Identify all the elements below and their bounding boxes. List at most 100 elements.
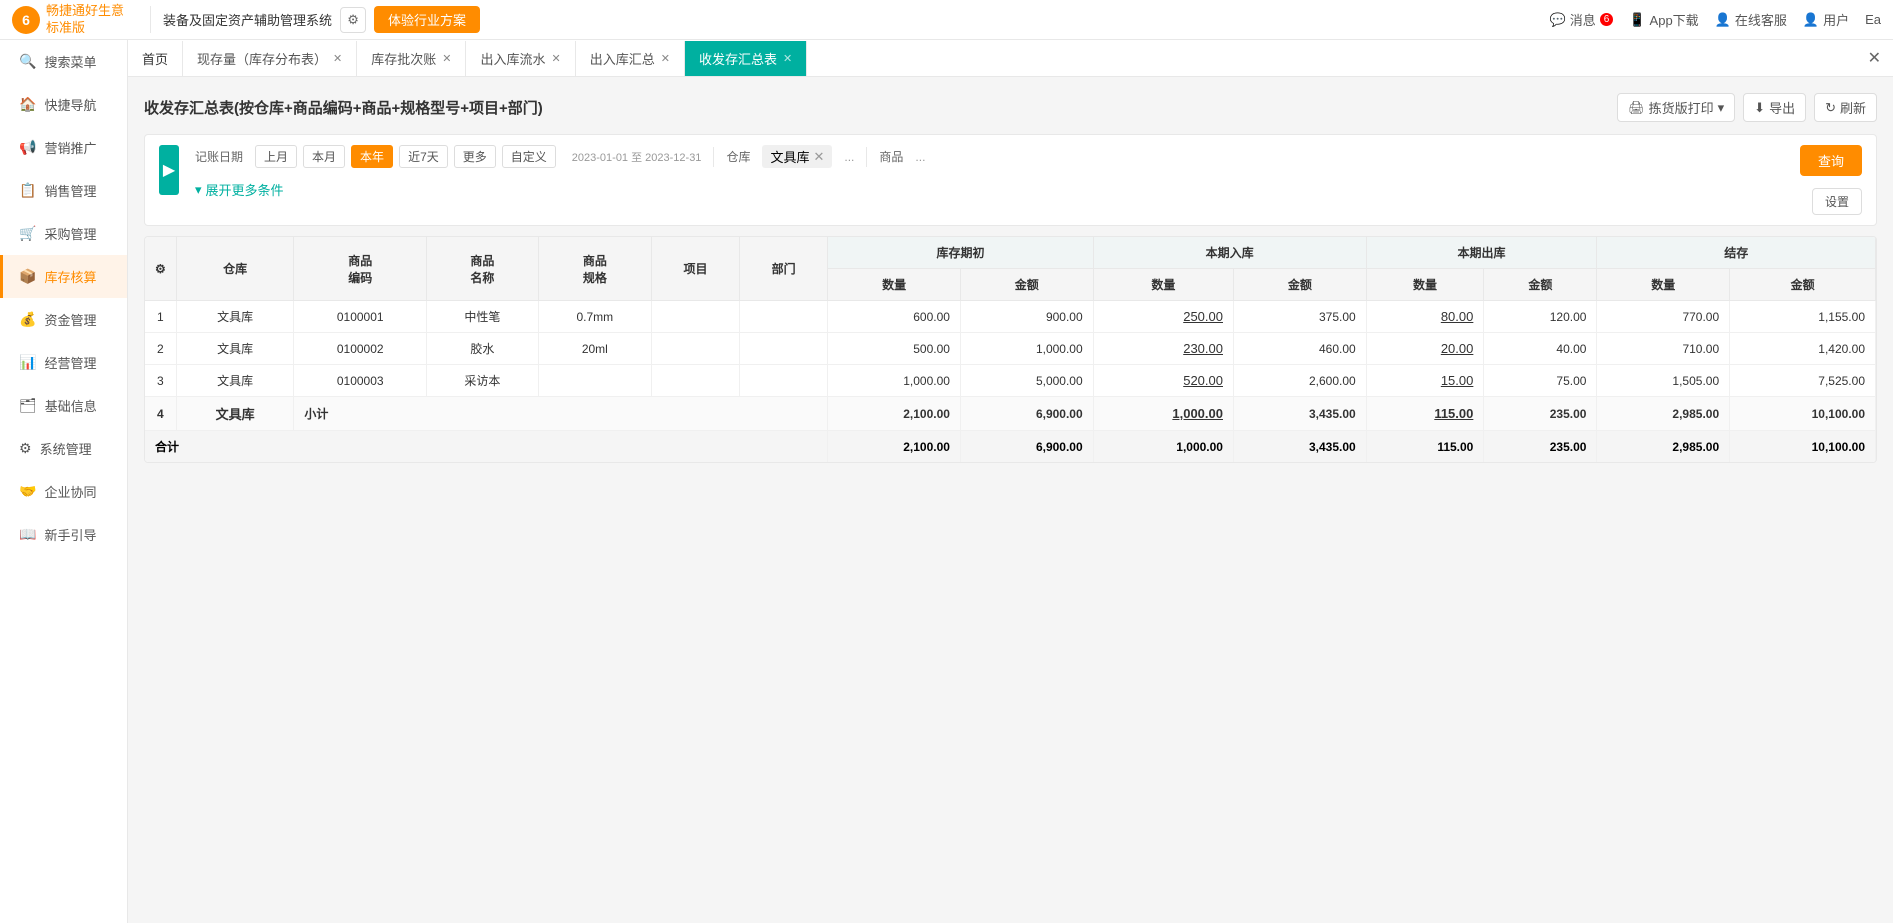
recv-send-summary-label: 收发存汇总表 xyxy=(699,49,777,68)
subtotal-out-qty[interactable]: 115.00 xyxy=(1366,397,1484,431)
goods-filter-label: 商品 xyxy=(879,148,903,165)
close-batch-icon[interactable]: ✕ xyxy=(442,52,451,65)
date-btn-more[interactable]: 更多 xyxy=(454,145,496,168)
date-btn-custom[interactable]: 自定义 xyxy=(502,145,556,168)
date-btn-7days[interactable]: 近7天 xyxy=(399,145,448,168)
filter-collapse-button[interactable]: ▶ xyxy=(159,145,179,195)
row-open-qty: 500.00 xyxy=(828,333,961,365)
system-gear-button[interactable]: ⚙ xyxy=(340,7,366,33)
message-button[interactable]: 💬 消息 6 xyxy=(1550,10,1614,29)
message-badge: 6 xyxy=(1600,13,1614,26)
refresh-button[interactable]: ↻ 刷新 xyxy=(1814,93,1877,122)
online-service-button[interactable]: 👤 在线客服 xyxy=(1715,10,1787,29)
close-inventory-dist-icon[interactable]: ✕ xyxy=(333,52,342,65)
th-in-amt: 金额 xyxy=(1233,269,1366,301)
page-title: 收发存汇总表(按仓库+商品编码+商品+规格型号+项目+部门) xyxy=(144,97,543,118)
sidebar-label-inventory: 库存核算 xyxy=(44,267,96,286)
export-button[interactable]: ⬇ 导出 xyxy=(1743,93,1806,122)
sidebar-item-guide[interactable]: 📖 新手引导 xyxy=(0,513,127,556)
row-project xyxy=(651,365,739,397)
sidebar-label-system: 系统管理 xyxy=(40,439,92,458)
tab-home[interactable]: 首页 xyxy=(128,41,183,76)
sidebar-item-finance[interactable]: 💰 资金管理 xyxy=(0,298,127,341)
row-open-qty: 1,000.00 xyxy=(828,365,961,397)
sidebar-item-system[interactable]: ⚙ 系统管理 xyxy=(0,427,127,470)
sidebar-item-sales[interactable]: 📋 销售管理 xyxy=(0,169,127,212)
row-out-amt: 75.00 xyxy=(1484,365,1597,397)
row-in-amt: 375.00 xyxy=(1233,301,1366,333)
tab-bar: 首页 现存量（库存分布表） ✕ 库存批次账 ✕ 出入库流水 ✕ 出入库汇总 ✕ … xyxy=(128,40,1893,77)
sidebar-item-inventory[interactable]: 📦 库存核算 xyxy=(0,255,127,298)
close-all-tabs-button[interactable]: ✕ xyxy=(1856,40,1893,76)
date-btn-this-month[interactable]: 本月 xyxy=(303,145,345,168)
row-code: 0100003 xyxy=(294,365,427,397)
row-in-qty[interactable]: 520.00 xyxy=(1093,365,1233,397)
tab-batch[interactable]: 库存批次账 ✕ xyxy=(357,41,466,76)
tab-inventory-dist[interactable]: 现存量（库存分布表） ✕ xyxy=(183,41,357,76)
subtotal-open-amt: 6,900.00 xyxy=(960,397,1093,431)
row-seq: 1 xyxy=(145,301,176,333)
set-button[interactable]: 设置 xyxy=(1812,188,1862,215)
app-download-button[interactable]: 📱 App下载 xyxy=(1629,10,1698,29)
filter-main: 记账日期 上月 本月 本年 近7天 更多 自定义 2023-01-01 至 20… xyxy=(195,145,1784,199)
sidebar-label-finance: 资金管理 xyxy=(44,310,96,329)
table-header-row-1: ⚙ 仓库 商品编码 商品名称 商品规格 项目 部门 库存期初 本期入库 本期出库… xyxy=(145,237,1876,269)
subtotal-bal-amt: 10,100.00 xyxy=(1730,397,1876,431)
warehouse-more-button[interactable]: ... xyxy=(844,150,854,164)
sidebar-label-purchase: 采购管理 xyxy=(44,224,96,243)
row-warehouse: 文具库 xyxy=(176,333,294,365)
warehouse-tag-close-icon[interactable]: ✕ xyxy=(813,149,824,165)
inventory-table: ⚙ 仓库 商品编码 商品名称 商品规格 项目 部门 库存期初 本期入库 本期出库… xyxy=(145,237,1876,462)
row-in-qty[interactable]: 230.00 xyxy=(1093,333,1233,365)
chevron-down-icon: ▾ xyxy=(1718,100,1725,116)
tab-inout-flow[interactable]: 出入库流水 ✕ xyxy=(466,41,575,76)
row-out-qty[interactable]: 20.00 xyxy=(1366,333,1484,365)
row-out-qty[interactable]: 15.00 xyxy=(1366,365,1484,397)
finance-icon: 💰 xyxy=(19,311,36,328)
data-table: ⚙ 仓库 商品编码 商品名称 商品规格 项目 部门 库存期初 本期入库 本期出库… xyxy=(144,236,1877,463)
sidebar-item-marketing[interactable]: 📢 营销推广 xyxy=(0,126,127,169)
total-bal-qty: 2,985.00 xyxy=(1597,431,1730,463)
inventory-dist-label: 现存量（库存分布表） xyxy=(197,49,327,68)
row-warehouse: 文具库 xyxy=(176,365,294,397)
total-in-qty: 1,000.00 xyxy=(1093,431,1233,463)
tab-recv-send-summary[interactable]: 收发存汇总表 ✕ xyxy=(685,41,807,76)
total-open-amt: 6,900.00 xyxy=(960,431,1093,463)
date-btn-this-year[interactable]: 本年 xyxy=(351,145,393,168)
row-in-amt: 460.00 xyxy=(1233,333,1366,365)
th-dept: 部门 xyxy=(740,237,828,301)
row-out-qty[interactable]: 80.00 xyxy=(1366,301,1484,333)
sidebar-item-operation[interactable]: 📊 经营管理 xyxy=(0,341,127,384)
trial-button[interactable]: 体验行业方案 xyxy=(374,6,480,33)
sidebar-item-search[interactable]: 🔍 搜索菜单 xyxy=(0,40,127,83)
row-open-amt: 5,000.00 xyxy=(960,365,1093,397)
sidebar-item-cooperation[interactable]: 🤝 企业协同 xyxy=(0,470,127,513)
goods-more-button[interactable]: ... xyxy=(915,150,925,164)
close-recv-send-summary-icon[interactable]: ✕ xyxy=(783,52,792,65)
th-out-qty: 数量 xyxy=(1366,269,1484,301)
date-btn-prev-month[interactable]: 上月 xyxy=(255,145,297,168)
sidebar-item-basic[interactable]: 🗂 基础信息 xyxy=(0,384,127,427)
filter-side: 查询 设置 xyxy=(1800,145,1862,215)
sidebar-item-purchase[interactable]: 🛒 采购管理 xyxy=(0,212,127,255)
close-inout-summary-icon[interactable]: ✕ xyxy=(661,52,670,65)
tab-inout-summary[interactable]: 出入库汇总 ✕ xyxy=(576,41,685,76)
query-button[interactable]: 查询 xyxy=(1800,145,1862,176)
sidebar-item-quicknav[interactable]: 🏠 快捷导航 xyxy=(0,83,127,126)
row-bal-amt: 7,525.00 xyxy=(1730,365,1876,397)
purchase-icon: 🛒 xyxy=(19,225,36,242)
row-code: 0100002 xyxy=(294,333,427,365)
print-button[interactable]: 🖨 拣货版打印 ▾ xyxy=(1617,93,1735,122)
total-out-qty: 115.00 xyxy=(1366,431,1484,463)
system-title-wrap: 装备及固定资产辅助管理系统 ⚙ 体验行业方案 xyxy=(150,6,480,33)
close-inout-flow-icon[interactable]: ✕ xyxy=(552,52,561,65)
row-bal-qty: 1,505.00 xyxy=(1597,365,1730,397)
user-avatar[interactable]: 👤 用户 xyxy=(1803,10,1849,29)
message-icon: 💬 xyxy=(1550,12,1566,28)
expand-conditions-button[interactable]: ▾ 展开更多条件 xyxy=(195,180,284,199)
user-ea[interactable]: Ea xyxy=(1865,12,1881,27)
filter-bar: ▶ 记账日期 上月 本月 本年 近7天 更多 自定义 xyxy=(144,134,1877,226)
system-title: 装备及固定资产辅助管理系统 xyxy=(163,10,332,29)
row-in-qty[interactable]: 250.00 xyxy=(1093,301,1233,333)
subtotal-in-qty[interactable]: 1,000.00 xyxy=(1093,397,1233,431)
